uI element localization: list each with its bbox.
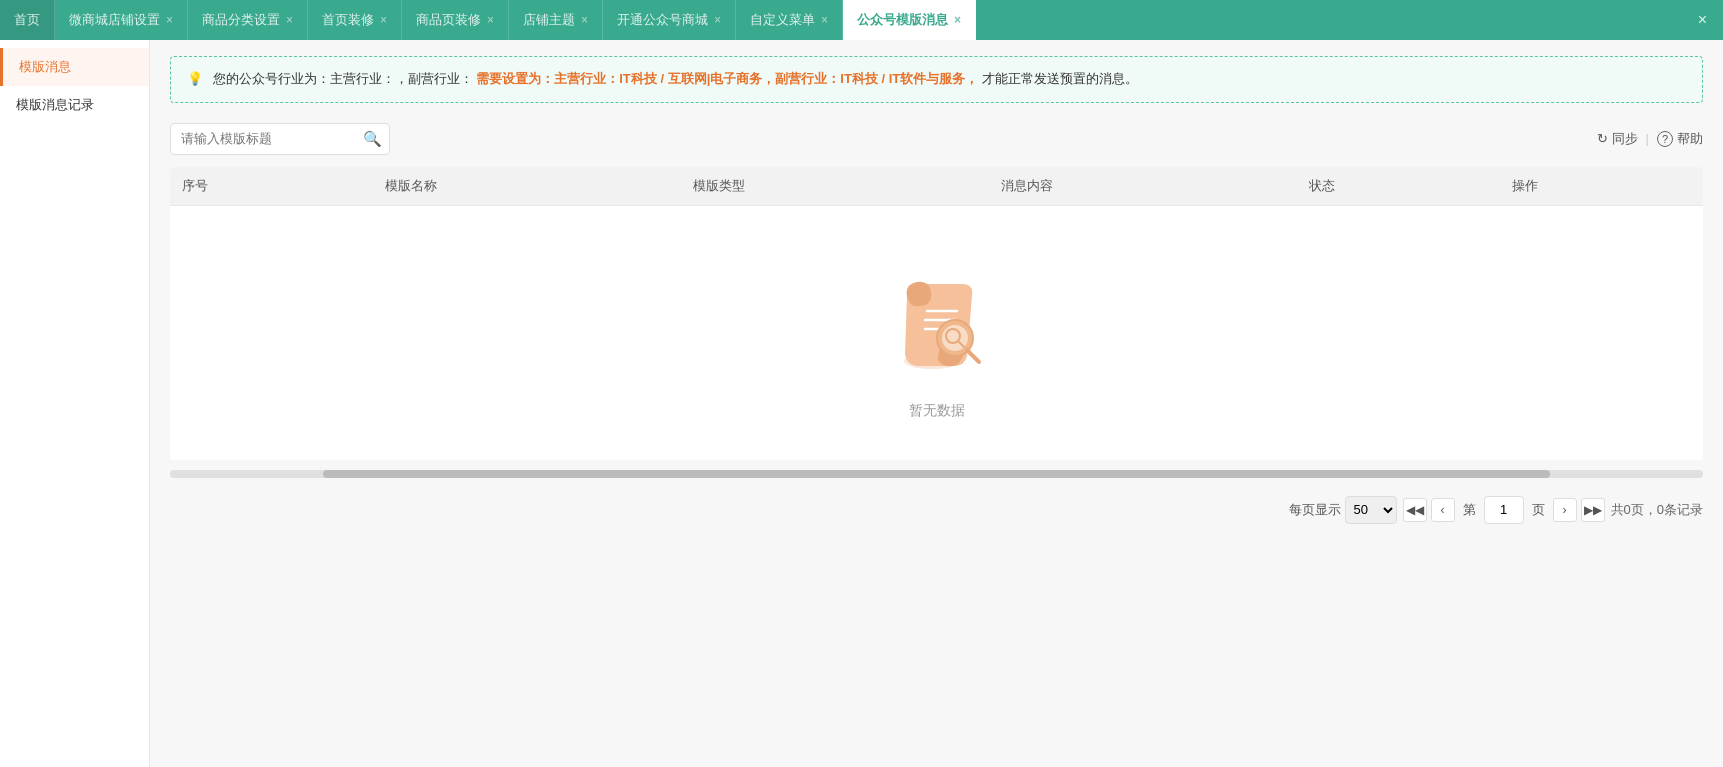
sidebar-item-template-msg-record-label: 模版消息记录 bbox=[16, 97, 94, 112]
help-icon: ? bbox=[1657, 131, 1673, 147]
search-bar: 🔍 ↻ 同步 | ? 帮助 bbox=[170, 123, 1703, 155]
toolbar-right: ↻ 同步 | ? 帮助 bbox=[1597, 130, 1703, 148]
tab-templatemsg-close[interactable]: × bbox=[954, 13, 961, 27]
tab-homepage[interactable]: 首页装修 × bbox=[308, 0, 402, 40]
notice-prefix: 您的公众号行业为：主营行业：，副营行业： bbox=[213, 71, 473, 86]
content-area: 💡 您的公众号行业为：主营行业：，副营行业： 需要设置为：主营行业：IT科技 /… bbox=[150, 40, 1723, 767]
horizontal-scrollbar[interactable] bbox=[170, 470, 1703, 478]
page-size-label: 每页显示 bbox=[1289, 501, 1341, 519]
search-button[interactable]: 🔍 bbox=[363, 130, 382, 148]
pagination: 每页显示 50 10 20 100 ◀◀ ‹ 第 页 › ▶▶ 共0页，0条记录 bbox=[170, 488, 1703, 532]
toolbar-divider: | bbox=[1646, 131, 1649, 146]
last-page-button[interactable]: ▶▶ bbox=[1581, 498, 1605, 522]
page-label-pre: 第 bbox=[1463, 501, 1476, 519]
col-type: 模版类型 bbox=[681, 167, 989, 206]
tab-templatemsg-label: 公众号模版消息 bbox=[857, 11, 948, 29]
tab-custommenu-label: 自定义菜单 bbox=[750, 11, 815, 29]
notice-highlight: 需要设置为：主营行业：IT科技 / 互联网|电子商务，副营行业：IT科技 / I… bbox=[476, 71, 978, 86]
first-page-button[interactable]: ◀◀ bbox=[1403, 498, 1427, 522]
sync-icon: ↻ bbox=[1597, 131, 1608, 146]
tab-category-label: 商品分类设置 bbox=[202, 11, 280, 29]
sidebar-item-template-msg-label: 模版消息 bbox=[19, 59, 71, 74]
total-info: 共0页，0条记录 bbox=[1611, 501, 1703, 519]
tab-home[interactable]: 首页 bbox=[0, 0, 55, 40]
col-status: 状态 bbox=[1297, 167, 1500, 206]
tab-homepage-close[interactable]: × bbox=[380, 13, 387, 27]
notice-icon: 💡 bbox=[187, 71, 203, 86]
tab-category-close[interactable]: × bbox=[286, 13, 293, 27]
help-button[interactable]: ? 帮助 bbox=[1657, 130, 1703, 148]
sidebar-item-template-msg-record[interactable]: 模版消息记录 bbox=[0, 86, 149, 124]
tab-homepage-label: 首页装修 bbox=[322, 11, 374, 29]
sync-button[interactable]: ↻ 同步 bbox=[1597, 130, 1638, 148]
tab-templatemsg[interactable]: 公众号模版消息 × bbox=[843, 0, 976, 40]
search-input-wrap: 🔍 bbox=[170, 123, 390, 155]
svg-line-6 bbox=[967, 350, 979, 362]
col-action: 操作 bbox=[1500, 167, 1703, 206]
search-input[interactable] bbox=[170, 123, 390, 155]
notice-banner: 💡 您的公众号行业为：主营行业：，副营行业： 需要设置为：主营行业：IT科技 /… bbox=[170, 56, 1703, 103]
notice-suffix: 才能正常发送预置的消息。 bbox=[982, 71, 1138, 86]
tab-weishop-label: 微商城店铺设置 bbox=[69, 11, 160, 29]
scrollbar-thumb[interactable] bbox=[323, 470, 1549, 478]
search-icon: 🔍 bbox=[363, 130, 382, 147]
page-navigation: ◀◀ ‹ 第 页 › ▶▶ bbox=[1403, 496, 1605, 524]
col-name: 模版名称 bbox=[373, 167, 681, 206]
page-label-post: 页 bbox=[1532, 501, 1545, 519]
window-close-button[interactable]: × bbox=[1682, 11, 1723, 29]
tab-home-label: 首页 bbox=[14, 11, 40, 29]
tab-productpage[interactable]: 商品页装修 × bbox=[402, 0, 509, 40]
tab-bar: 首页 微商城店铺设置 × 商品分类设置 × 首页装修 × 商品页装修 × 店铺主… bbox=[0, 0, 1723, 40]
tab-theme[interactable]: 店铺主题 × bbox=[509, 0, 603, 40]
table-header-row: 序号 模版名称 模版类型 消息内容 状态 操作 bbox=[170, 167, 1703, 206]
tab-openstore[interactable]: 开通公众号商城 × bbox=[603, 0, 736, 40]
sidebar: 模版消息 模版消息记录 bbox=[0, 40, 150, 767]
empty-icon bbox=[877, 266, 997, 386]
tab-openstore-close[interactable]: × bbox=[714, 13, 721, 27]
tab-weishop-close[interactable]: × bbox=[166, 13, 173, 27]
tab-productpage-close[interactable]: × bbox=[487, 13, 494, 27]
empty-text: 暂无数据 bbox=[170, 402, 1703, 420]
empty-state: 暂无数据 bbox=[170, 206, 1703, 460]
main-layout: 模版消息 模版消息记录 💡 您的公众号行业为：主营行业：，副营行业： 需要设置为… bbox=[0, 40, 1723, 767]
tab-theme-label: 店铺主题 bbox=[523, 11, 575, 29]
page-number-input[interactable] bbox=[1484, 496, 1524, 524]
help-label: 帮助 bbox=[1677, 130, 1703, 148]
tab-openstore-label: 开通公众号商城 bbox=[617, 11, 708, 29]
tab-productpage-label: 商品页装修 bbox=[416, 11, 481, 29]
tab-custommenu-close[interactable]: × bbox=[821, 13, 828, 27]
next-page-button[interactable]: › bbox=[1553, 498, 1577, 522]
data-table: 序号 模版名称 模版类型 消息内容 状态 操作 bbox=[170, 167, 1703, 460]
tab-custommenu[interactable]: 自定义菜单 × bbox=[736, 0, 843, 40]
col-index: 序号 bbox=[170, 167, 373, 206]
tab-category[interactable]: 商品分类设置 × bbox=[188, 0, 308, 40]
tab-theme-close[interactable]: × bbox=[581, 13, 588, 27]
prev-page-button[interactable]: ‹ bbox=[1431, 498, 1455, 522]
sidebar-item-template-msg[interactable]: 模版消息 bbox=[0, 48, 149, 86]
page-size-dropdown[interactable]: 50 10 20 100 bbox=[1345, 496, 1397, 524]
col-content: 消息内容 bbox=[989, 167, 1297, 206]
tab-weishop[interactable]: 微商城店铺设置 × bbox=[55, 0, 188, 40]
sync-label: 同步 bbox=[1612, 130, 1638, 148]
page-size-select: 每页显示 50 10 20 100 bbox=[1289, 496, 1397, 524]
